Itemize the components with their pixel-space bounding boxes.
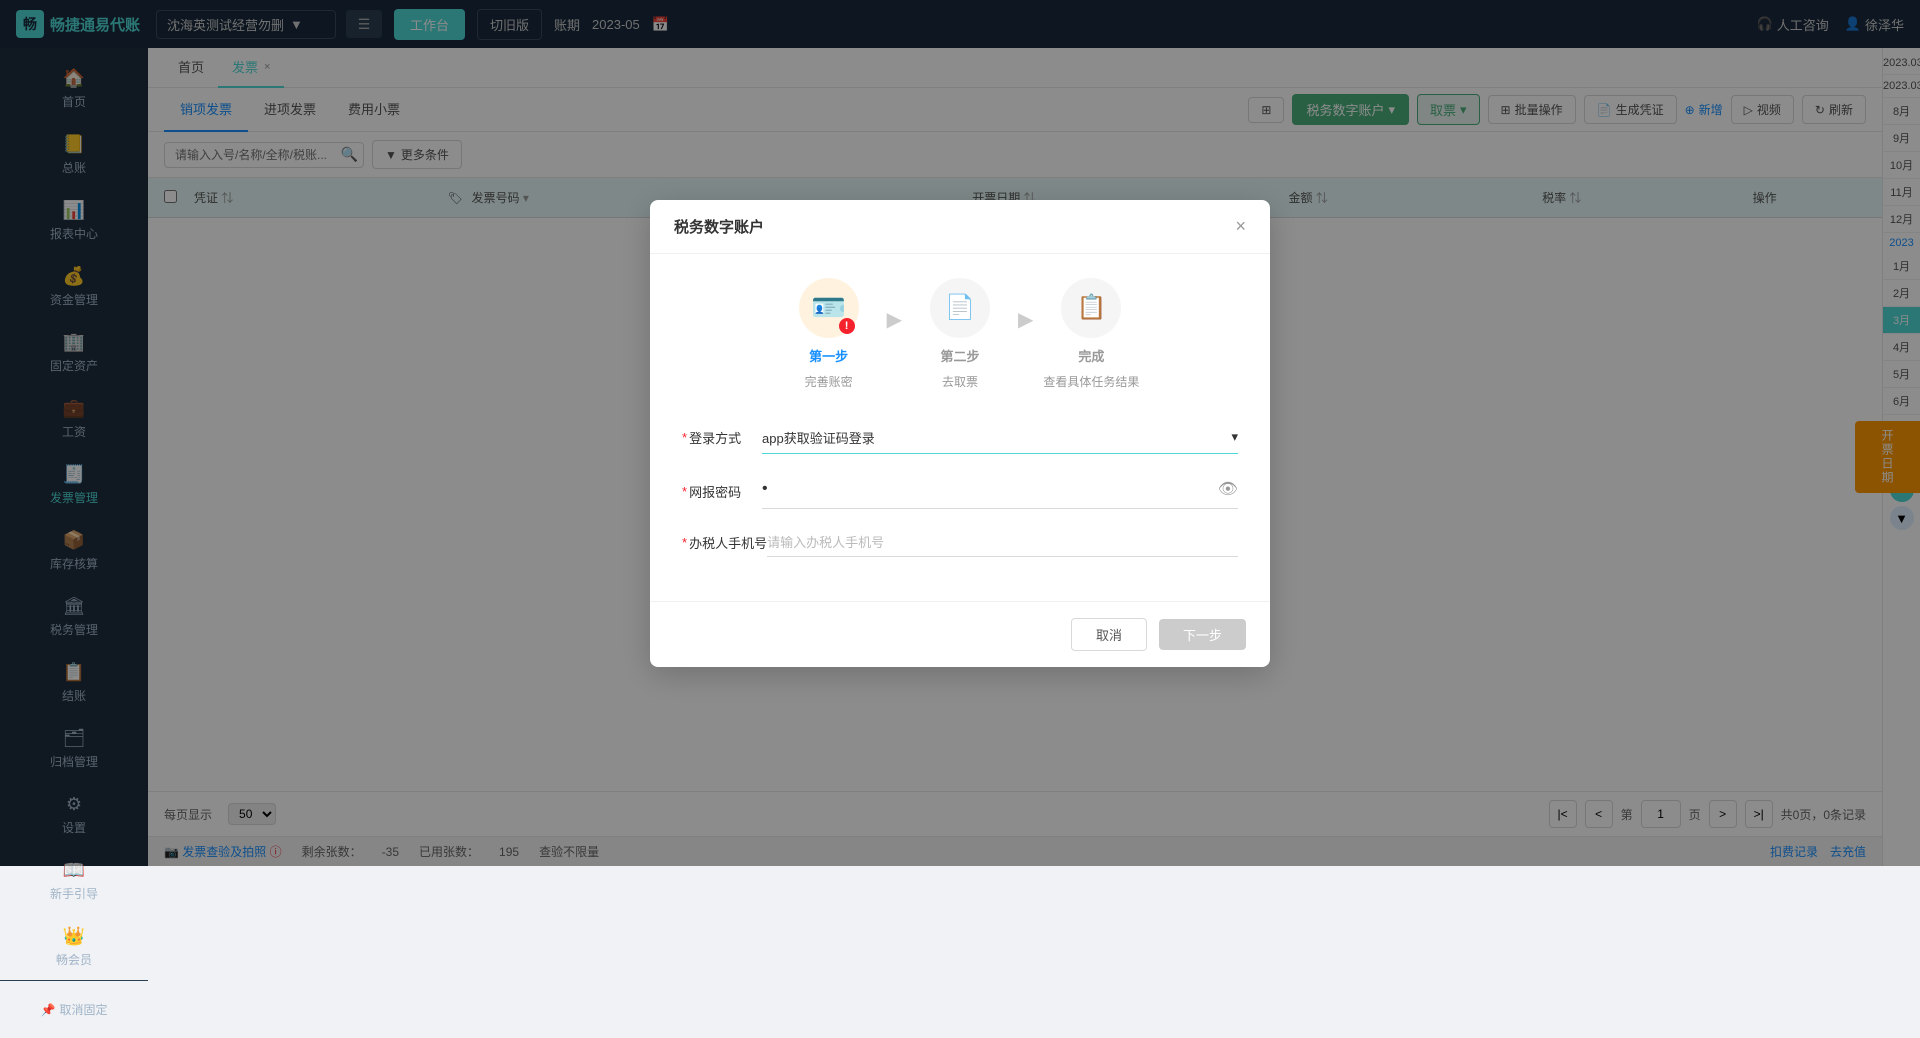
modal-overlay: 税务数字账户 × 🪪 ! 第一步 完善账密 ▶: [0, 0, 1920, 866]
step-3-icon: 📋: [1076, 293, 1106, 322]
login-method-row: * 登录方式 app获取验证码登录 ▾: [682, 422, 1238, 454]
steps-indicator: 🪪 ! 第一步 完善账密 ▶ 📄 第二步 去取票 ▶: [682, 278, 1238, 390]
pin-icon: 📌: [41, 1003, 56, 1017]
step-arrow-2: ▶: [1018, 307, 1033, 360]
phone-input[interactable]: [767, 529, 1238, 557]
step-2-icon: 📄: [945, 293, 975, 322]
step-1-circle: 🪪 !: [799, 278, 859, 338]
password-label: * 网报密码: [682, 482, 762, 501]
modal-close-button[interactable]: ×: [1235, 216, 1246, 237]
step-3-circle: 📋: [1061, 278, 1121, 338]
step-1-badge: !: [839, 318, 855, 334]
sidebar-item-member[interactable]: 👑 畅会员: [0, 914, 148, 980]
next-button[interactable]: 下一步: [1159, 619, 1246, 650]
step-2-sub: 去取票: [942, 373, 978, 390]
modal-header: 税务数字账户 ×: [650, 200, 1270, 254]
step-2-label: 第二步: [940, 346, 979, 365]
phone-label: * 办税人手机号: [682, 533, 767, 552]
member-icon: 👑: [63, 926, 85, 947]
modal-title: 税务数字账户: [674, 216, 764, 237]
eye-icon[interactable]: 👁: [1218, 479, 1238, 499]
cancel-fixed-button[interactable]: 📌 取消固定: [0, 993, 148, 1026]
login-method-wrap: app获取验证码登录 ▾: [762, 422, 1238, 454]
step-3-label: 完成: [1078, 346, 1104, 365]
modal-footer: 取消 下一步: [650, 601, 1270, 667]
password-wrap: 👁: [762, 474, 1238, 509]
step-2: 📄 第二步 去取票: [910, 278, 1010, 390]
tax-digital-account-modal: 税务数字账户 × 🪪 ! 第一步 完善账密 ▶: [650, 200, 1270, 667]
phone-row: * 办税人手机号: [682, 529, 1238, 557]
step-arrow-1: ▶: [887, 307, 902, 360]
modal-body: 🪪 ! 第一步 完善账密 ▶ 📄 第二步 去取票 ▶: [650, 254, 1270, 601]
login-method-label: * 登录方式: [682, 428, 762, 447]
sidebar-bottom: 📌 取消固定: [0, 980, 148, 1038]
login-method-select[interactable]: app获取验证码登录 ▾: [762, 422, 1238, 454]
password-row: * 网报密码 👁: [682, 474, 1238, 509]
step-1: 🪪 ! 第一步 完善账密: [779, 278, 879, 390]
step-2-circle: 📄: [930, 278, 990, 338]
phone-wrap: [767, 529, 1238, 557]
chevron-down-icon: ▾: [1231, 429, 1238, 445]
step-1-label: 第一步: [809, 346, 848, 365]
password-input-wrap: 👁: [762, 474, 1238, 509]
password-input[interactable]: [762, 474, 1218, 504]
step-3: 📋 完成 查看具体任务结果: [1041, 278, 1141, 390]
cancel-button[interactable]: 取消: [1071, 618, 1147, 651]
step-1-sub: 完善账密: [805, 373, 853, 390]
step-3-sub: 查看具体任务结果: [1043, 373, 1139, 390]
